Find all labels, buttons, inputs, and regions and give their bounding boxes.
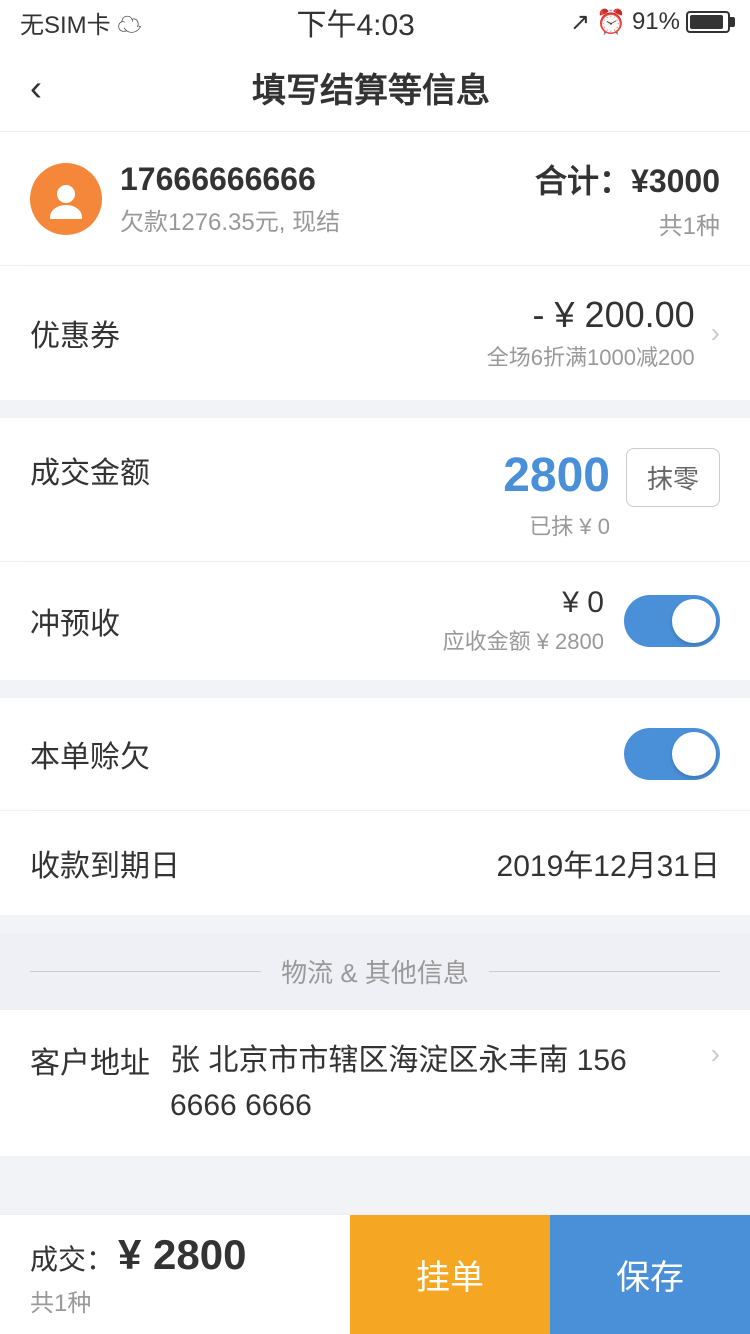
amount-value: 2800 [503, 448, 610, 503]
section-title-row: 物流 & 其他信息 [0, 933, 750, 1010]
nav-bar: ‹ 填写结算等信息 [0, 44, 750, 132]
chevron-right-icon: › [711, 317, 720, 349]
coupon-label: 优惠券 [30, 311, 120, 355]
prepay-sub: 应收金额 ¥ 2800 [443, 624, 604, 656]
page-title: 填写结算等信息 [62, 63, 680, 112]
coupon-discount: - ¥ 200.00 [487, 294, 695, 336]
debt-label: 本单赊欠 [30, 732, 150, 776]
address-label: 客户地址 [30, 1038, 150, 1082]
prepay-label: 冲预收 [30, 599, 120, 643]
total-amount: ¥3000 [631, 163, 720, 199]
prepay-right: ¥ 0 应收金额 ¥ 2800 [443, 586, 720, 656]
customer-card: 17666666666 欠款1276.35元, 现结 合计：¥3000 共1种 [0, 132, 750, 265]
footer-deal-label: 成交： [30, 1238, 114, 1278]
footer-count: 共1种 [30, 1283, 320, 1318]
battery-percent: 91% [632, 8, 680, 36]
address-row[interactable]: 客户地址 张 北京市市辖区海淀区永丰南 156 6666 6666 › [0, 1010, 750, 1156]
coupon-info: - ¥ 200.00 全场6折满1000减200 [487, 294, 695, 372]
prepay-amount: ¥ 0 [443, 586, 604, 620]
footer-left: 成交： ¥ 2800 共1种 [0, 1231, 350, 1318]
debt-row: 本单赊欠 [0, 698, 750, 810]
customer-phone: 17666666666 [120, 161, 340, 198]
status-bar: 无SIM卡 ☁ 下午4:03 ↗ ⏰ 91% [0, 0, 750, 44]
amount-info: 2800 已抹 ¥ 0 [503, 448, 610, 541]
footer-deal-row: 成交： ¥ 2800 [30, 1231, 320, 1279]
status-time: 下午4:03 [296, 0, 414, 44]
footer-deal-amount: ¥ 2800 [118, 1231, 246, 1279]
amount-sub: 已抹 ¥ 0 [503, 509, 610, 541]
section-gap-1 [0, 400, 750, 418]
status-left: 无SIM卡 ☁ [20, 5, 141, 40]
status-right: ↗ ⏰ 91% [570, 8, 730, 37]
back-button[interactable]: ‹ [30, 57, 62, 119]
amount-row: 成交金额 2800 已抹 ¥ 0 抹零 [0, 418, 750, 561]
debt-toggle[interactable] [624, 728, 720, 780]
round-button[interactable]: 抹零 [626, 448, 720, 507]
coupon-right: - ¥ 200.00 全场6折满1000减200 › [487, 294, 720, 372]
section-gap-2 [0, 680, 750, 698]
coupon-desc: 全场6折满1000减200 [487, 340, 695, 372]
prepay-info: ¥ 0 应收金额 ¥ 2800 [443, 586, 604, 656]
total-count: 共1种 [535, 206, 720, 241]
prepay-toggle[interactable] [624, 595, 720, 647]
sim-status: 无SIM卡 ☁ [20, 5, 141, 40]
address-chevron-icon: › [711, 1038, 720, 1070]
address-value: 张 北京市市辖区海淀区永丰南 156 6666 6666 [170, 1038, 691, 1128]
amount-right: 2800 已抹 ¥ 0 抹零 [503, 448, 720, 541]
customer-left: 17666666666 欠款1276.35元, 现结 [30, 161, 340, 237]
customer-right: 合计：¥3000 共1种 [535, 156, 720, 241]
avatar [30, 163, 102, 235]
due-date-value: 2019年12月31日 [497, 841, 720, 885]
footer: 成交： ¥ 2800 共1种 挂单 保存 [0, 1214, 750, 1334]
location-icon: ↗ [570, 8, 590, 37]
due-date-row: 收款到期日 2019年12月31日 [0, 811, 750, 915]
section-title: 物流 & 其他信息 [281, 953, 469, 990]
due-date-label: 收款到期日 [30, 841, 180, 885]
prepay-row: 冲预收 ¥ 0 应收金额 ¥ 2800 [0, 562, 750, 680]
customer-info: 17666666666 欠款1276.35元, 现结 [120, 161, 340, 237]
amount-label: 成交金额 [30, 448, 150, 492]
coupon-row[interactable]: 优惠券 - ¥ 200.00 全场6折满1000减200 › [0, 266, 750, 400]
total-label: 合计：¥3000 [535, 156, 720, 202]
save-button[interactable]: 保存 [550, 1215, 750, 1334]
customer-sub: 欠款1276.35元, 现结 [120, 202, 340, 237]
section-gap-3 [0, 915, 750, 933]
customer-row: 17666666666 欠款1276.35元, 现结 合计：¥3000 共1种 [30, 156, 720, 241]
battery-icon [686, 11, 730, 33]
pending-button[interactable]: 挂单 [350, 1215, 550, 1334]
clock-icon: ⏰ [596, 8, 626, 37]
